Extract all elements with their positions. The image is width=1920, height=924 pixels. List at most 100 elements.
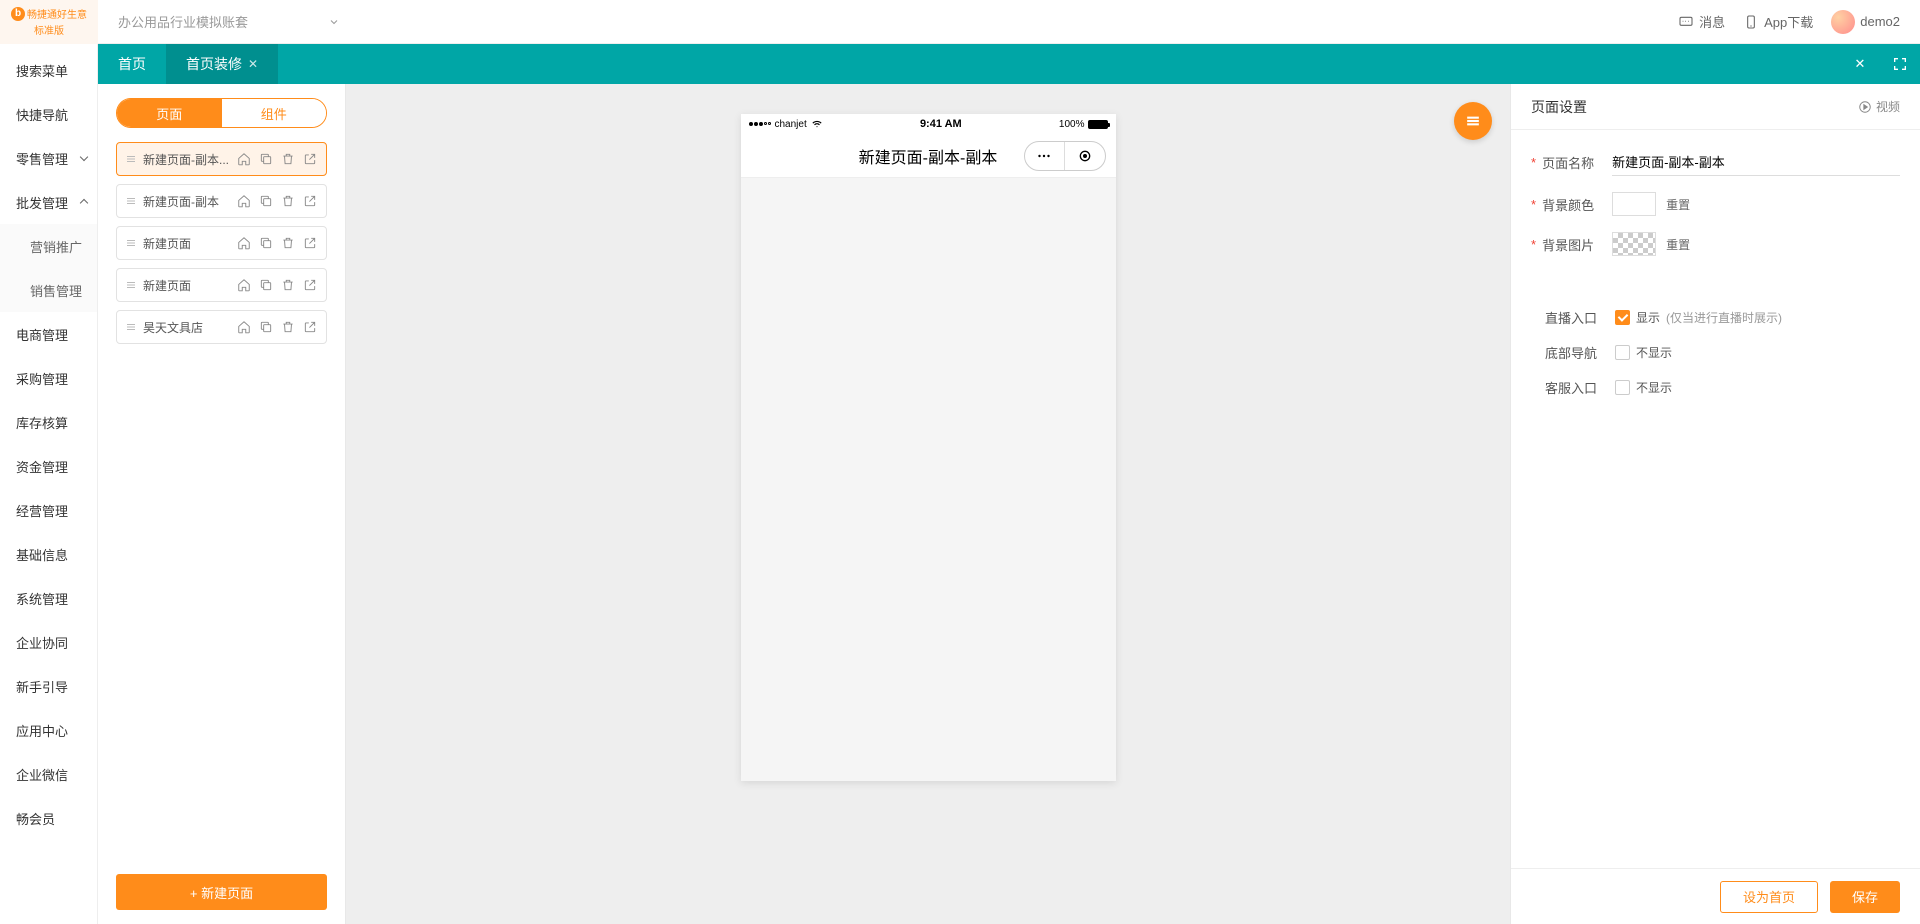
sidebar-item-guide[interactable]: 新手引导: [0, 664, 97, 708]
save-button[interactable]: 保存: [1830, 881, 1900, 913]
delete-icon[interactable]: [280, 235, 296, 251]
external-icon[interactable]: [302, 277, 318, 293]
phone-preview: chanjet 9:41 AM 100% 新建页面-副本-副本: [741, 114, 1116, 781]
signal-icon: [749, 122, 771, 126]
logo-icon: b: [11, 7, 25, 21]
logo: b畅捷通好生意 标准版: [0, 0, 98, 44]
page-list-item[interactable]: 新建页面: [116, 226, 327, 260]
phone-title: 新建页面-副本-副本: [859, 144, 998, 168]
drag-icon: [125, 279, 137, 291]
new-page-button[interactable]: + 新建页面: [116, 874, 327, 910]
tab-page-editor[interactable]: 首页装修✕: [166, 44, 278, 84]
home-icon[interactable]: [236, 151, 252, 167]
tab-home[interactable]: 首页: [98, 44, 166, 84]
sidebar-item-quicknav[interactable]: 快捷导航: [0, 92, 97, 136]
page-list-item[interactable]: 新建页面: [116, 268, 327, 302]
page-name: 昊天文具店: [143, 319, 230, 336]
collapse-panel-button[interactable]: [1454, 102, 1492, 140]
page-name: 新建页面-副本: [143, 193, 230, 210]
copy-icon[interactable]: [258, 319, 274, 335]
wifi-icon: [811, 119, 823, 129]
live-checkbox[interactable]: [1615, 310, 1630, 325]
fullscreen-icon: [1892, 56, 1908, 72]
home-icon[interactable]: [236, 193, 252, 209]
delete-icon[interactable]: [280, 319, 296, 335]
bottomnav-checkbox[interactable]: [1615, 345, 1630, 360]
sidebar-item-apps[interactable]: 应用中心: [0, 708, 97, 752]
chevron-down-icon: [80, 153, 88, 161]
page-name: 新建页面-副本...: [143, 151, 230, 168]
page-name: 新建页面: [143, 277, 230, 294]
seg-page[interactable]: 页面: [117, 99, 222, 127]
drag-icon: [125, 321, 137, 333]
drag-icon: [125, 195, 137, 207]
bgimage-swatch[interactable]: [1612, 232, 1656, 256]
external-icon[interactable]: [302, 151, 318, 167]
message-icon: [1678, 14, 1694, 30]
sidebar-item-ecommerce[interactable]: 电商管理: [0, 312, 97, 356]
service-checkbox[interactable]: [1615, 380, 1630, 395]
dots-icon: [1035, 147, 1053, 165]
user-menu[interactable]: demo2: [1831, 10, 1900, 34]
page-list-item[interactable]: 新建页面-副本...: [116, 142, 327, 176]
chevron-down-icon: [328, 16, 340, 28]
menu-icon: [1463, 111, 1483, 131]
fullscreen-button[interactable]: [1880, 44, 1920, 84]
home-icon[interactable]: [236, 235, 252, 251]
mini-close-button[interactable]: [1065, 142, 1105, 170]
page-list-item[interactable]: 新建页面-副本: [116, 184, 327, 218]
app-download-button[interactable]: App下载: [1743, 12, 1813, 31]
sidebar-item-member[interactable]: 畅会员: [0, 796, 97, 840]
panel-title: 页面设置: [1531, 97, 1587, 117]
delete-icon[interactable]: [280, 277, 296, 293]
sidebar-item-marketing[interactable]: 营销推广: [0, 224, 97, 268]
bgcolor-reset[interactable]: 重置: [1666, 196, 1690, 213]
page-list-item[interactable]: 昊天文具店: [116, 310, 327, 344]
canvas: chanjet 9:41 AM 100% 新建页面-副本-副本: [346, 84, 1510, 924]
messages-button[interactable]: 消息: [1678, 12, 1725, 31]
sidebar-item-sales[interactable]: 销售管理: [0, 268, 97, 312]
seg-component[interactable]: 组件: [222, 99, 327, 127]
mini-menu-button[interactable]: [1025, 142, 1065, 170]
home-icon[interactable]: [236, 277, 252, 293]
sidebar-item-wechat[interactable]: 企业微信: [0, 752, 97, 796]
page-list: 新建页面-副本...新建页面-副本新建页面新建页面昊天文具店: [116, 142, 327, 344]
sidebar-item-basic[interactable]: 基础信息: [0, 532, 97, 576]
external-icon[interactable]: [302, 319, 318, 335]
close-icon[interactable]: ✕: [248, 57, 258, 71]
copy-icon[interactable]: [258, 277, 274, 293]
drag-icon: [125, 237, 137, 249]
sidebar-item-business[interactable]: 经营管理: [0, 488, 97, 532]
tab-close-all-button[interactable]: ✕: [1840, 44, 1880, 84]
sidebar-item-search[interactable]: 搜索菜单: [0, 48, 97, 92]
set-home-button[interactable]: 设为首页: [1720, 881, 1818, 913]
copy-icon[interactable]: [258, 193, 274, 209]
page-name: 新建页面: [143, 235, 230, 252]
sidebar-item-finance[interactable]: 资金管理: [0, 444, 97, 488]
home-icon[interactable]: [236, 319, 252, 335]
phone-header: 新建页面-副本-副本: [741, 134, 1116, 178]
video-help-button[interactable]: 视频: [1858, 98, 1900, 115]
play-icon: [1858, 100, 1872, 114]
delete-icon[interactable]: [280, 151, 296, 167]
drag-icon: [125, 153, 137, 165]
phone-icon: [1743, 14, 1759, 30]
left-panel: 页面 组件 新建页面-副本...新建页面-副本新建页面新建页面昊天文具店 + 新…: [98, 84, 346, 924]
company-selector[interactable]: 办公用品行业模拟账套: [118, 12, 340, 31]
chevron-up-icon: [80, 199, 88, 207]
sidebar-item-retail[interactable]: 零售管理: [0, 136, 97, 180]
bgimage-reset[interactable]: 重置: [1666, 236, 1690, 253]
copy-icon[interactable]: [258, 151, 274, 167]
delete-icon[interactable]: [280, 193, 296, 209]
sidebar-item-purchase[interactable]: 采购管理: [0, 356, 97, 400]
sidebar-item-inventory[interactable]: 库存核算: [0, 400, 97, 444]
page-name-input[interactable]: [1612, 148, 1900, 176]
copy-icon[interactable]: [258, 235, 274, 251]
external-icon[interactable]: [302, 193, 318, 209]
external-icon[interactable]: [302, 235, 318, 251]
sidebar-item-system[interactable]: 系统管理: [0, 576, 97, 620]
sidebar-item-wholesale[interactable]: 批发管理: [0, 180, 97, 224]
bgcolor-swatch[interactable]: [1612, 192, 1656, 216]
sidebar-item-collab[interactable]: 企业协同: [0, 620, 97, 664]
settings-panel: 页面设置 视频 *页面名称 *背景颜色: [1510, 84, 1920, 924]
